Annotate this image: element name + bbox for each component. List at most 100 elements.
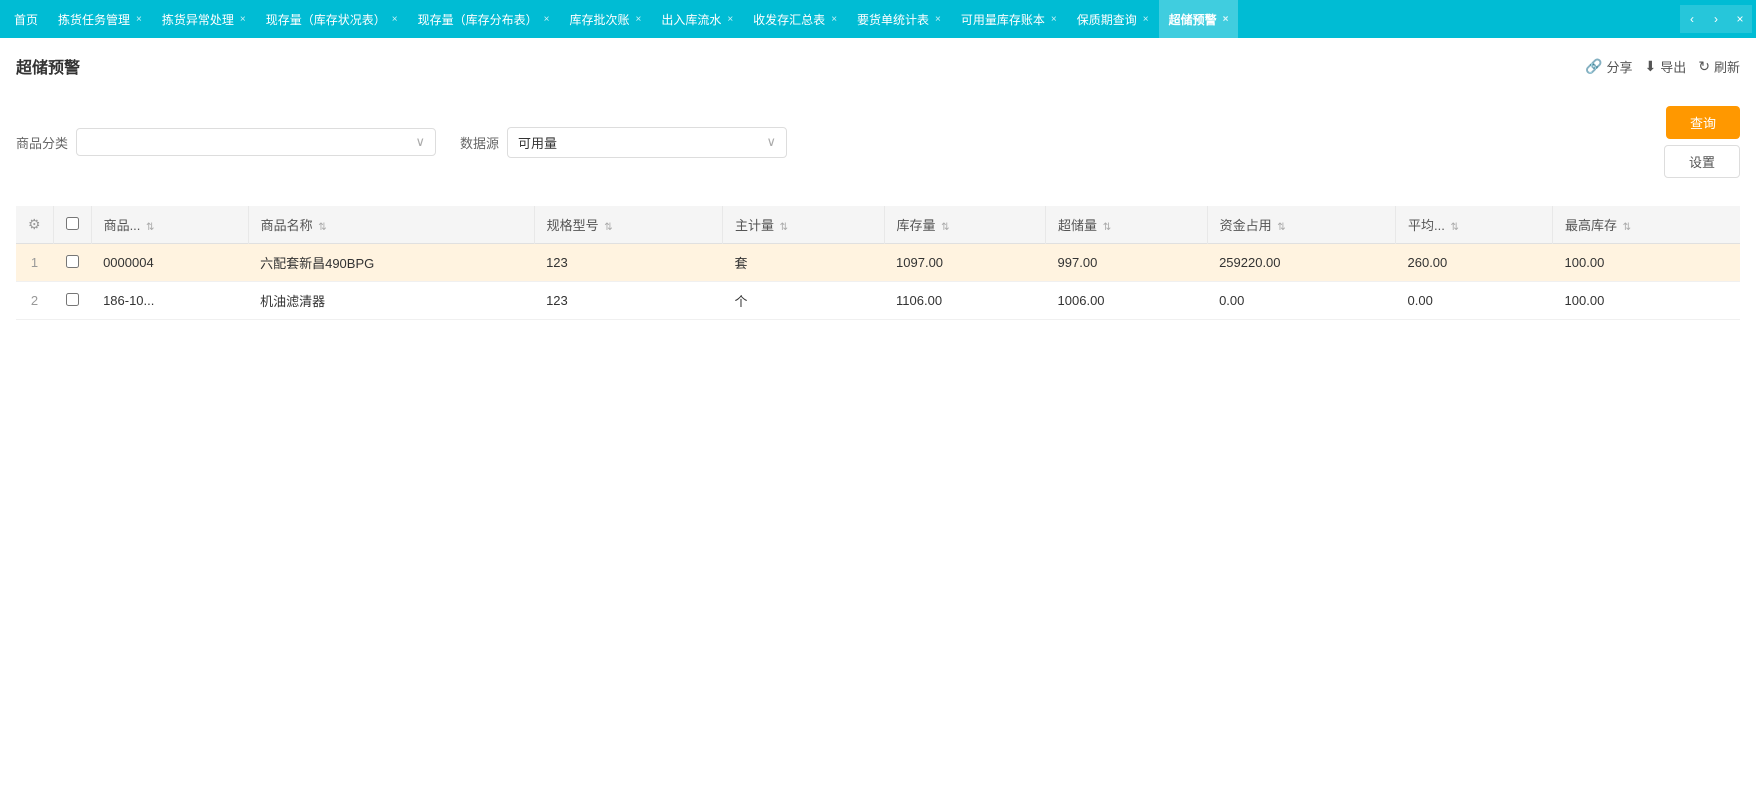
row-avg-0: 260.00 (1396, 244, 1553, 282)
row-unit-0: 套 (723, 244, 885, 282)
sort-stock-icon: ⇅ (941, 222, 949, 233)
tab-6[interactable]: 出入库流水 × (651, 0, 743, 38)
tab-4-close[interactable]: × (544, 14, 550, 25)
col-select-all[interactable] (53, 206, 91, 244)
refresh-button[interactable]: ↻ 刷新 (1698, 57, 1740, 76)
row-stock-0: 1097.00 (884, 244, 1046, 282)
tab-7[interactable]: 收发存汇总表 × (743, 0, 847, 38)
sort-avg-icon: ⇅ (1450, 222, 1458, 233)
row-capital-0: 259220.00 (1207, 244, 1395, 282)
row-spec-1: 123 (534, 282, 722, 320)
col-header-stock[interactable]: 库存量 ⇅ (884, 206, 1046, 244)
sort-spec-icon: ⇅ (604, 222, 612, 233)
col-header-name[interactable]: 商品名称 ⇅ (248, 206, 534, 244)
category-select[interactable]: ∨ (76, 128, 436, 156)
datasource-label: 数据源 (460, 133, 499, 152)
table-row: 2 186-10... 机油滤清器 123 个 1106.00 1006.00 … (16, 282, 1740, 320)
tab-9-close[interactable]: × (1051, 14, 1057, 25)
row-num-0: 1 (16, 244, 53, 282)
col-header-avg[interactable]: 平均... ⇅ (1396, 206, 1553, 244)
tab-8-close[interactable]: × (935, 14, 941, 25)
category-filter: 商品分类 ∨ (16, 128, 436, 156)
row-over-0: 997.00 (1046, 244, 1208, 282)
filter-buttons: 查询 设置 (1664, 106, 1740, 178)
row-max-0: 100.00 (1553, 244, 1740, 282)
col-header-capital[interactable]: 资金占用 ⇅ (1207, 206, 1395, 244)
category-label: 商品分类 (16, 133, 68, 152)
refresh-icon: ↻ (1698, 58, 1710, 75)
table-gear-icon[interactable]: ⚙ (28, 216, 41, 232)
datasource-value: 可用量 (518, 133, 557, 152)
row-max-1: 100.00 (1553, 282, 1740, 320)
table-body: 1 0000004 六配套新昌490BPG 123 套 1097.00 997.… (16, 244, 1740, 320)
tab-5[interactable]: 库存批次账 × (559, 0, 651, 38)
row-num-1: 2 (16, 282, 53, 320)
table-row: 1 0000004 六配套新昌490BPG 123 套 1097.00 997.… (16, 244, 1740, 282)
tab-2-close[interactable]: × (240, 14, 246, 25)
row-checkbox-1[interactable] (66, 293, 79, 306)
share-button[interactable]: 🔗 分享 (1585, 57, 1632, 76)
tab-11-close[interactable]: × (1223, 14, 1229, 25)
col-header-over[interactable]: 超储量 ⇅ (1046, 206, 1208, 244)
nav-home[interactable]: 首页 (4, 0, 48, 38)
row-avg-1: 0.00 (1396, 282, 1553, 320)
page-title: 超储预警 (16, 54, 80, 78)
sort-unit-icon: ⇅ (780, 222, 788, 233)
tab-7-close[interactable]: × (831, 14, 837, 25)
row-checkbox-0[interactable] (66, 255, 79, 268)
tab-4[interactable]: 现存量（库存分布表） × (408, 0, 560, 38)
category-chevron-icon: ∨ (416, 134, 426, 150)
row-name-0: 六配套新昌490BPG (248, 244, 534, 282)
nav-close-btn[interactable]: × (1728, 5, 1752, 33)
query-button[interactable]: 查询 (1666, 106, 1740, 139)
row-capital-1: 0.00 (1207, 282, 1395, 320)
nav-arrows: ‹ › × (1680, 5, 1752, 33)
datasource-chevron-icon: ∨ (767, 134, 777, 150)
tab-1-close[interactable]: × (136, 14, 142, 25)
sort-name-icon: ⇅ (318, 222, 326, 233)
col-header-max[interactable]: 最高库存 ⇅ (1553, 206, 1740, 244)
export-button[interactable]: ⬇ 导出 (1645, 57, 1687, 76)
row-over-1: 1006.00 (1046, 282, 1208, 320)
row-code-1: 186-10... (91, 282, 248, 320)
tab-11[interactable]: 超储预警 × (1159, 0, 1239, 38)
nav-next-btn[interactable]: › (1704, 5, 1728, 33)
nav-prev-btn[interactable]: ‹ (1680, 5, 1704, 33)
tab-6-close[interactable]: × (727, 14, 733, 25)
tab-10[interactable]: 保质期查询 × (1067, 0, 1159, 38)
col-gear[interactable]: ⚙ (16, 206, 53, 244)
tab-3-close[interactable]: × (392, 14, 398, 25)
datasource-select[interactable]: 可用量 ∨ (507, 127, 787, 158)
row-stock-1: 1106.00 (884, 282, 1046, 320)
tab-1[interactable]: 拣货任务管理 × (48, 0, 152, 38)
data-table: ⚙ 商品... ⇅ 商品名称 ⇅ 规格型号 ⇅ 主计量 (16, 206, 1740, 320)
main-content: 超储预警 🔗 分享 ⬇ 导出 ↻ 刷新 商品分类 ∨ 数据源 (0, 38, 1756, 800)
col-header-unit[interactable]: 主计量 ⇅ (723, 206, 885, 244)
tab-3[interactable]: 现存量（库存状况表） × (256, 0, 408, 38)
filter-bar: 商品分类 ∨ 数据源 可用量 ∨ 查询 设置 (16, 94, 1740, 190)
datasource-filter: 数据源 可用量 ∨ (460, 127, 787, 158)
page-header: 超储预警 🔗 分享 ⬇ 导出 ↻ 刷新 (16, 54, 1740, 78)
table-header-row: ⚙ 商品... ⇅ 商品名称 ⇅ 规格型号 ⇅ 主计量 (16, 206, 1740, 244)
settings-button[interactable]: 设置 (1664, 145, 1740, 178)
tab-8[interactable]: 要货单统计表 × (847, 0, 951, 38)
tab-2[interactable]: 拣货异常处理 × (152, 0, 256, 38)
col-header-spec[interactable]: 规格型号 ⇅ (534, 206, 722, 244)
tab-5-close[interactable]: × (635, 14, 641, 25)
tab-10-close[interactable]: × (1143, 14, 1149, 25)
top-nav: 首页 拣货任务管理 × 拣货异常处理 × 现存量（库存状况表） × 现存量（库存… (0, 0, 1756, 38)
row-checkbox-cell-1[interactable] (53, 282, 91, 320)
sort-max-icon: ⇅ (1623, 222, 1631, 233)
sort-capital-icon: ⇅ (1277, 222, 1285, 233)
select-all-checkbox[interactable] (66, 217, 79, 230)
sort-over-icon: ⇅ (1103, 222, 1111, 233)
row-checkbox-cell-0[interactable] (53, 244, 91, 282)
tab-9[interactable]: 可用量库存账本 × (951, 0, 1067, 38)
row-code-0: 0000004 (91, 244, 248, 282)
col-header-code[interactable]: 商品... ⇅ (91, 206, 248, 244)
row-name-1: 机油滤清器 (248, 282, 534, 320)
page-actions: 🔗 分享 ⬇ 导出 ↻ 刷新 (1585, 57, 1740, 76)
row-unit-1: 个 (723, 282, 885, 320)
row-spec-0: 123 (534, 244, 722, 282)
share-icon: 🔗 (1585, 58, 1602, 75)
